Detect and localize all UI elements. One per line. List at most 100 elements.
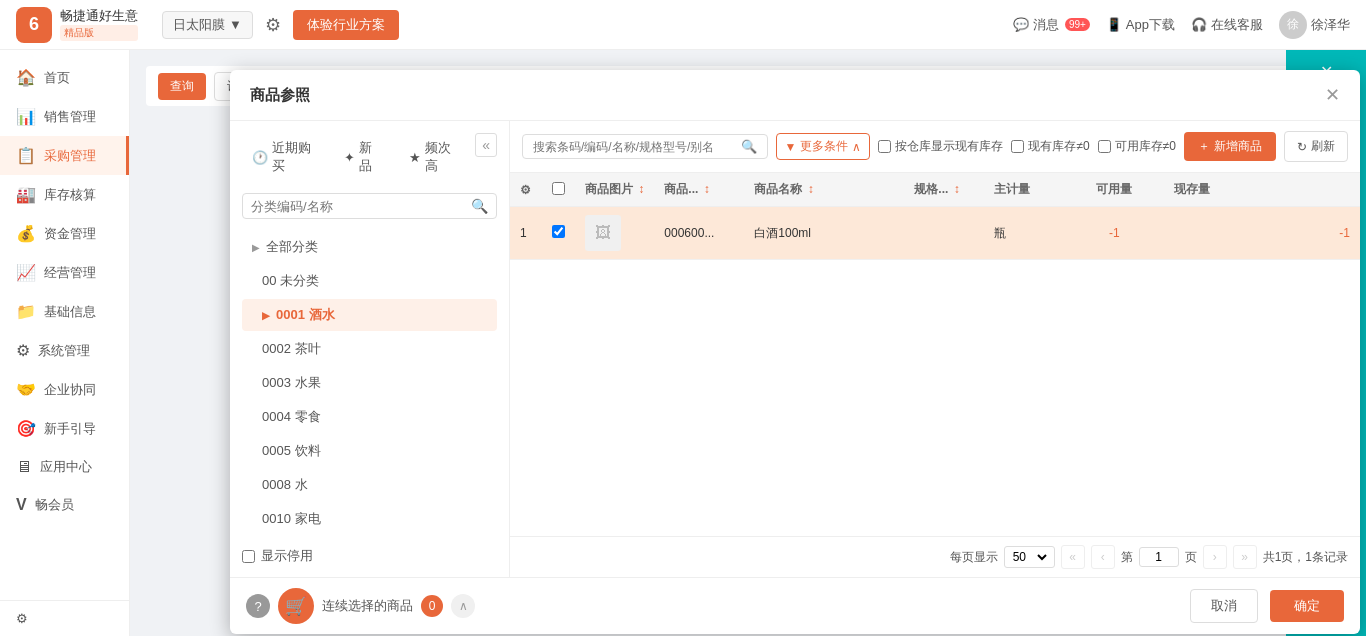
tree-item-0004[interactable]: 0004 零食 [242, 401, 497, 433]
per-page-label: 每页显示 [950, 549, 998, 566]
collapse-arrow-icon[interactable]: ∧ [451, 594, 475, 618]
col-stock-header: 现存量 [1164, 173, 1360, 207]
bg-query-button[interactable]: 查询 [158, 73, 206, 100]
col-image-header: 商品图片 ↕ [575, 173, 654, 207]
warehouse-filter-label[interactable]: 按仓库显示现有库存 [878, 138, 1003, 155]
page-number-input[interactable] [1139, 547, 1179, 567]
product-thumbnail: 🖼 [585, 215, 621, 251]
prev-page-button[interactable]: ‹ [1091, 545, 1115, 569]
spec-sort-icon[interactable]: ↕ [954, 182, 960, 196]
category-search-box: 🔍 [242, 193, 497, 219]
usable-filter-label[interactable]: 可用库存≠0 [1098, 138, 1176, 155]
sidebar-item-apps[interactable]: 🖥 应用中心 [0, 448, 129, 486]
confirm-button[interactable]: 确定 [1270, 590, 1344, 622]
page-size-dropdown[interactable]: 50 100 200 [1009, 549, 1050, 565]
name-sort-icon[interactable]: ↕ [808, 182, 814, 196]
sidebar-item-member[interactable]: V 畅会员 [0, 486, 129, 524]
experience-button[interactable]: 体验行业方案 [293, 10, 399, 40]
collapse-button[interactable]: « [475, 133, 497, 157]
tab-frequent[interactable]: ★ 频次高 [399, 133, 468, 181]
dialog-header: 商品参照 ✕ [230, 70, 1360, 121]
sidebar-label-basic: 基础信息 [44, 303, 96, 321]
sidebar-item-purchase[interactable]: 📋 采购管理 [0, 136, 129, 175]
tree-item-0001[interactable]: ▶ 0001 酒水 [242, 299, 497, 331]
refresh-button[interactable]: ↻ 刷新 [1284, 131, 1348, 162]
image-sort-icon[interactable]: ↕ [638, 182, 644, 196]
row-checkbox[interactable] [542, 207, 575, 260]
tree-item-0010[interactable]: 0010 家电 [242, 503, 497, 535]
nav-selector[interactable]: 日太阳膜 ▼ [162, 11, 253, 39]
sidebar-label-inventory: 库存核算 [44, 186, 96, 204]
sidebar-item-business[interactable]: 📈 经营管理 [0, 253, 129, 292]
message-label: 消息 [1033, 16, 1059, 34]
purchase-icon: 📋 [16, 146, 36, 165]
show-disabled-checkbox[interactable] [242, 550, 255, 563]
finance-icon: 💰 [16, 224, 36, 243]
sidebar-item-guide[interactable]: 🎯 新手引导 [0, 409, 129, 448]
sidebar-label-system: 系统管理 [38, 342, 90, 360]
member-icon: V [16, 496, 27, 514]
show-disabled-label[interactable]: 显示停用 [242, 537, 497, 565]
category-search-input[interactable] [251, 199, 465, 214]
tree-item-0008-label: 0008 水 [262, 476, 308, 494]
add-product-button[interactable]: ＋ 新增商品 [1184, 132, 1276, 161]
filter-icon: ▼ [785, 140, 797, 154]
sidebar-item-inventory[interactable]: 🏭 库存核算 [0, 175, 129, 214]
sidebar-item-basic[interactable]: 📁 基础信息 [0, 292, 129, 331]
message-nav-item[interactable]: 💬 消息 99+ [1013, 16, 1090, 34]
sidebar-item-finance[interactable]: 💰 资金管理 [0, 214, 129, 253]
sidebar-item-system[interactable]: ⚙ 系统管理 [0, 331, 129, 370]
more-filter-button[interactable]: ▼ 更多条件 ∧ [776, 133, 871, 160]
app-download-label: App下载 [1126, 16, 1175, 34]
page-size-select[interactable]: 50 100 200 [1004, 546, 1055, 568]
collab-icon: 🤝 [16, 380, 36, 399]
service-nav-item[interactable]: 🎧 在线客服 [1191, 16, 1263, 34]
sidebar-settings[interactable]: ⚙ [0, 601, 129, 636]
tab-new[interactable]: ✦ 新品 [334, 133, 390, 181]
page-unit-label: 页 [1185, 549, 1197, 566]
table-row[interactable]: 1 🖼 000600... [510, 207, 1360, 260]
select-all-checkbox[interactable] [552, 182, 565, 195]
tree-item-0008[interactable]: 0008 水 [242, 469, 497, 501]
pagination-bar: 每页显示 50 100 200 « ‹ 第 页 [510, 536, 1360, 577]
warehouse-filter-checkbox[interactable] [878, 140, 891, 153]
cart-icon[interactable]: 🛒 [278, 588, 314, 624]
available-filter-checkbox[interactable] [1011, 140, 1024, 153]
tree-item-all[interactable]: ▶ 全部分类 [242, 231, 497, 263]
settings-icon: ⚙ [16, 611, 28, 626]
cancel-button[interactable]: 取消 [1190, 589, 1258, 623]
row-available: -1 [1064, 207, 1164, 260]
tree-item-0005[interactable]: 0005 饮料 [242, 435, 497, 467]
col-name-header: 商品名称 ↕ [744, 173, 904, 207]
col-settings[interactable]: ⚙ [510, 173, 542, 207]
category-search-icon[interactable]: 🔍 [471, 198, 488, 214]
sidebar-label-home: 首页 [44, 69, 70, 87]
user-nav-item[interactable]: 徐 徐泽华 [1279, 11, 1350, 39]
product-search-icon[interactable]: 🔍 [741, 139, 757, 154]
code-sort-icon[interactable]: ↕ [704, 182, 710, 196]
sidebar-item-home[interactable]: 🏠 首页 [0, 58, 129, 97]
tree-item-0002[interactable]: 0002 茶叶 [242, 333, 497, 365]
row-select-checkbox[interactable] [552, 225, 565, 238]
usable-filter-checkbox[interactable] [1098, 140, 1111, 153]
tree-item-00[interactable]: 00 未分类 [242, 265, 497, 297]
tree-item-0003[interactable]: 0003 水果 [242, 367, 497, 399]
sidebar-item-collab[interactable]: 🤝 企业协同 [0, 370, 129, 409]
col-name-label: 商品名称 [754, 182, 802, 196]
next-page-button[interactable]: › [1203, 545, 1227, 569]
main-layout: 🏠 首页 📊 销售管理 📋 采购管理 🏭 库存核算 💰 资金管理 📈 经营管理 … [0, 50, 1366, 636]
sidebar-item-sales[interactable]: 📊 销售管理 [0, 97, 129, 136]
last-page-button[interactable]: » [1233, 545, 1257, 569]
first-page-button[interactable]: « [1061, 545, 1085, 569]
available-filter-label[interactable]: 现有库存≠0 [1011, 138, 1089, 155]
app-download-nav-item[interactable]: 📱 App下载 [1106, 16, 1175, 34]
gear-icon[interactable]: ⚙ [265, 14, 281, 36]
help-icon[interactable]: ? [246, 594, 270, 618]
dialog-close-button[interactable]: ✕ [1325, 84, 1340, 106]
tab-recent[interactable]: 🕐 近期购买 [242, 133, 326, 181]
product-search-input[interactable] [533, 140, 737, 154]
tree-item-0005-label: 0005 饮料 [262, 442, 321, 460]
app-badge: 精品版 [60, 25, 138, 41]
refresh-icon: ↻ [1297, 140, 1307, 154]
sidebar-label-guide: 新手引导 [44, 420, 96, 438]
